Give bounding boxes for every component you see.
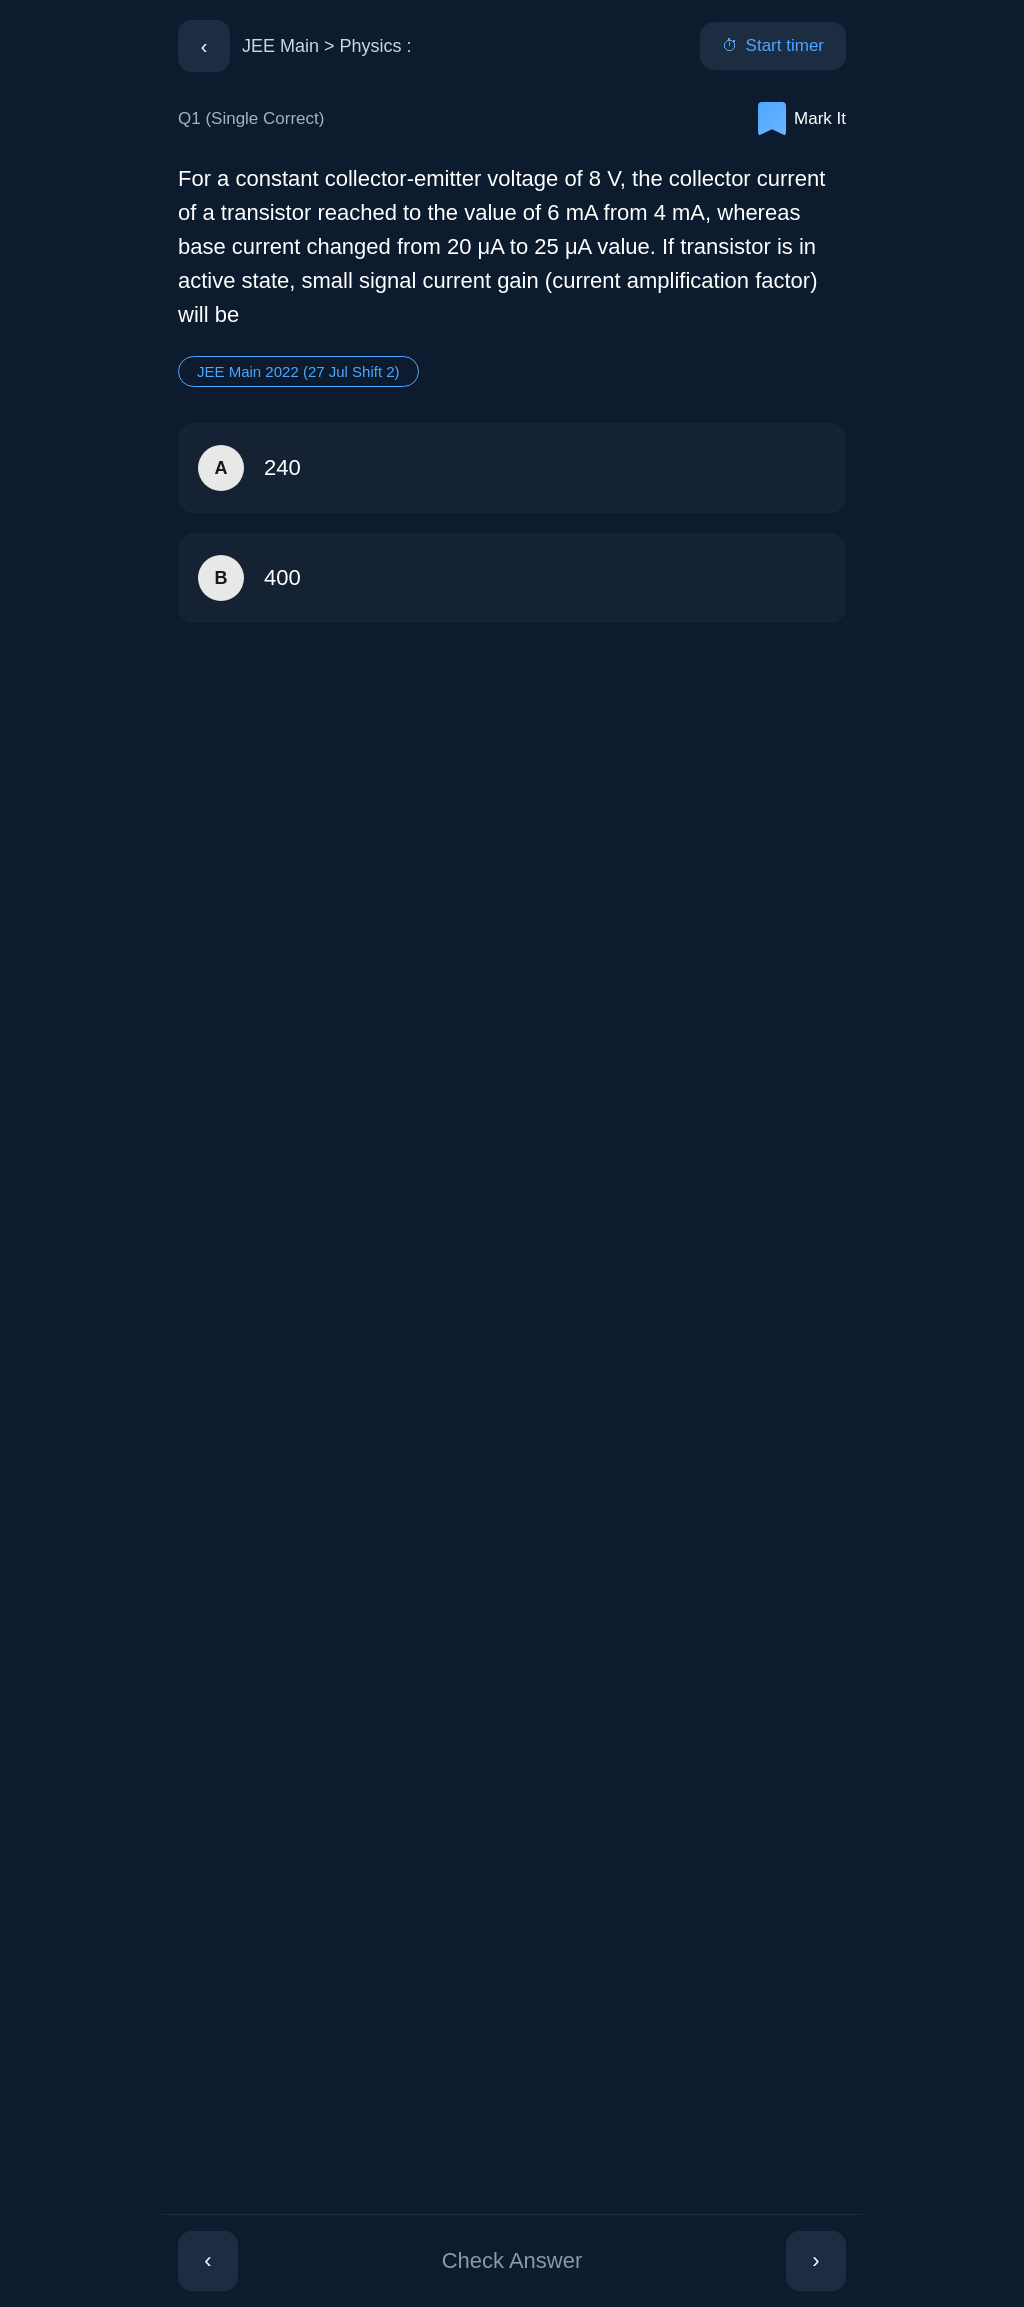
question-body: For a constant collector-emitter voltage… [162,152,862,407]
option-value-a: 240 [264,455,301,481]
question-meta: Q1 (Single Correct) Mark It [162,92,862,152]
question-text: For a constant collector-emitter voltage… [178,162,846,332]
options-section: A 240 B 400 [162,407,862,623]
breadcrumb: JEE Main > Physics : [242,36,688,57]
mark-it-button[interactable]: Mark It [758,102,846,136]
option-card-b[interactable]: B 400 [178,533,846,623]
header: ‹ JEE Main > Physics : ⏱ Start timer [162,0,862,92]
timer-icon: ⏱ [722,37,738,55]
start-timer-label: Start timer [746,36,824,56]
back-icon: ‹ [201,35,208,58]
option-letter-b: B [198,555,244,601]
bookmark-icon [758,102,786,136]
option-value-b: 400 [264,565,301,591]
start-timer-button[interactable]: ⏱ Start timer [700,22,846,70]
option-letter-a: A [198,445,244,491]
option-card-a[interactable]: A 240 [178,423,846,513]
mark-it-label: Mark It [794,109,846,129]
question-tag: JEE Main 2022 (27 Jul Shift 2) [178,356,419,387]
back-button[interactable]: ‹ [178,20,230,72]
question-label: Q1 (Single Correct) [178,109,324,129]
